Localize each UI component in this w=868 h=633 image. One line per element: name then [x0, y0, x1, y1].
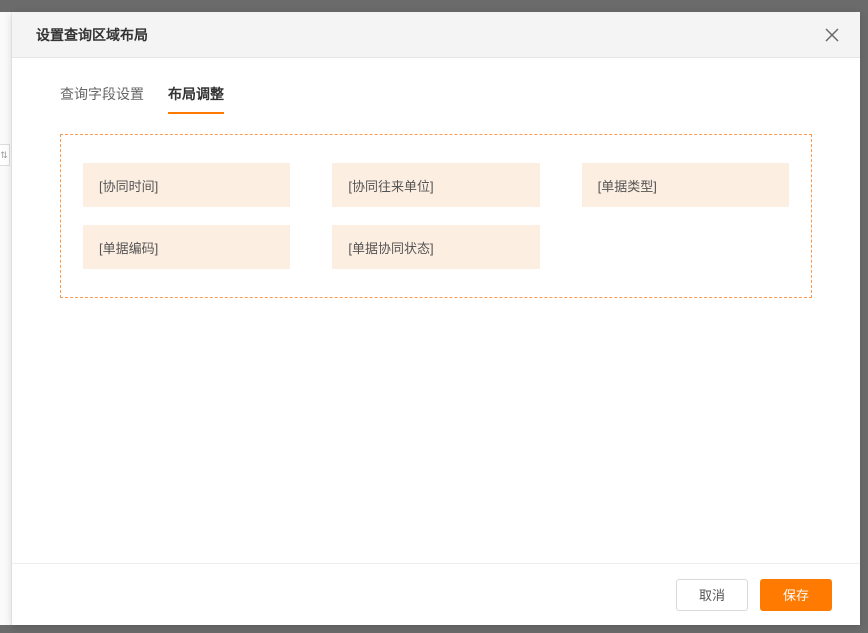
- field-block[interactable]: [协同时间]: [83, 163, 290, 207]
- modal-body: 查询字段设置 布局调整 [协同时间] [协同往来单位] [单据类型] [单据编码…: [12, 58, 860, 563]
- cancel-button[interactable]: 取消: [676, 579, 748, 611]
- save-button[interactable]: 保存: [760, 579, 832, 611]
- close-icon: [825, 28, 839, 42]
- field-block[interactable]: [协同往来单位]: [332, 163, 539, 207]
- modal-header: 设置查询区域布局: [12, 12, 860, 58]
- field-block[interactable]: [单据类型]: [582, 163, 789, 207]
- tabs: 查询字段设置 布局调整: [60, 84, 812, 114]
- close-button[interactable]: [820, 23, 844, 47]
- modal-footer: 取消 保存: [12, 563, 860, 625]
- field-block[interactable]: [单据编码]: [83, 225, 290, 269]
- field-block[interactable]: [单据协同状态]: [332, 225, 539, 269]
- tab-layout-adjust[interactable]: 布局调整: [168, 84, 224, 114]
- background-panel-sliver: ⇅: [0, 12, 12, 625]
- background-stepper: ⇅: [0, 144, 10, 166]
- layout-drop-area[interactable]: [协同时间] [协同往来单位] [单据类型] [单据编码] [单据协同状态]: [60, 134, 812, 298]
- tab-field-settings[interactable]: 查询字段设置: [60, 84, 144, 114]
- modal-title: 设置查询区域布局: [36, 25, 148, 45]
- modal-dialog: 设置查询区域布局 查询字段设置 布局调整 [协同时间] [协同往来单位] [单据…: [12, 12, 860, 625]
